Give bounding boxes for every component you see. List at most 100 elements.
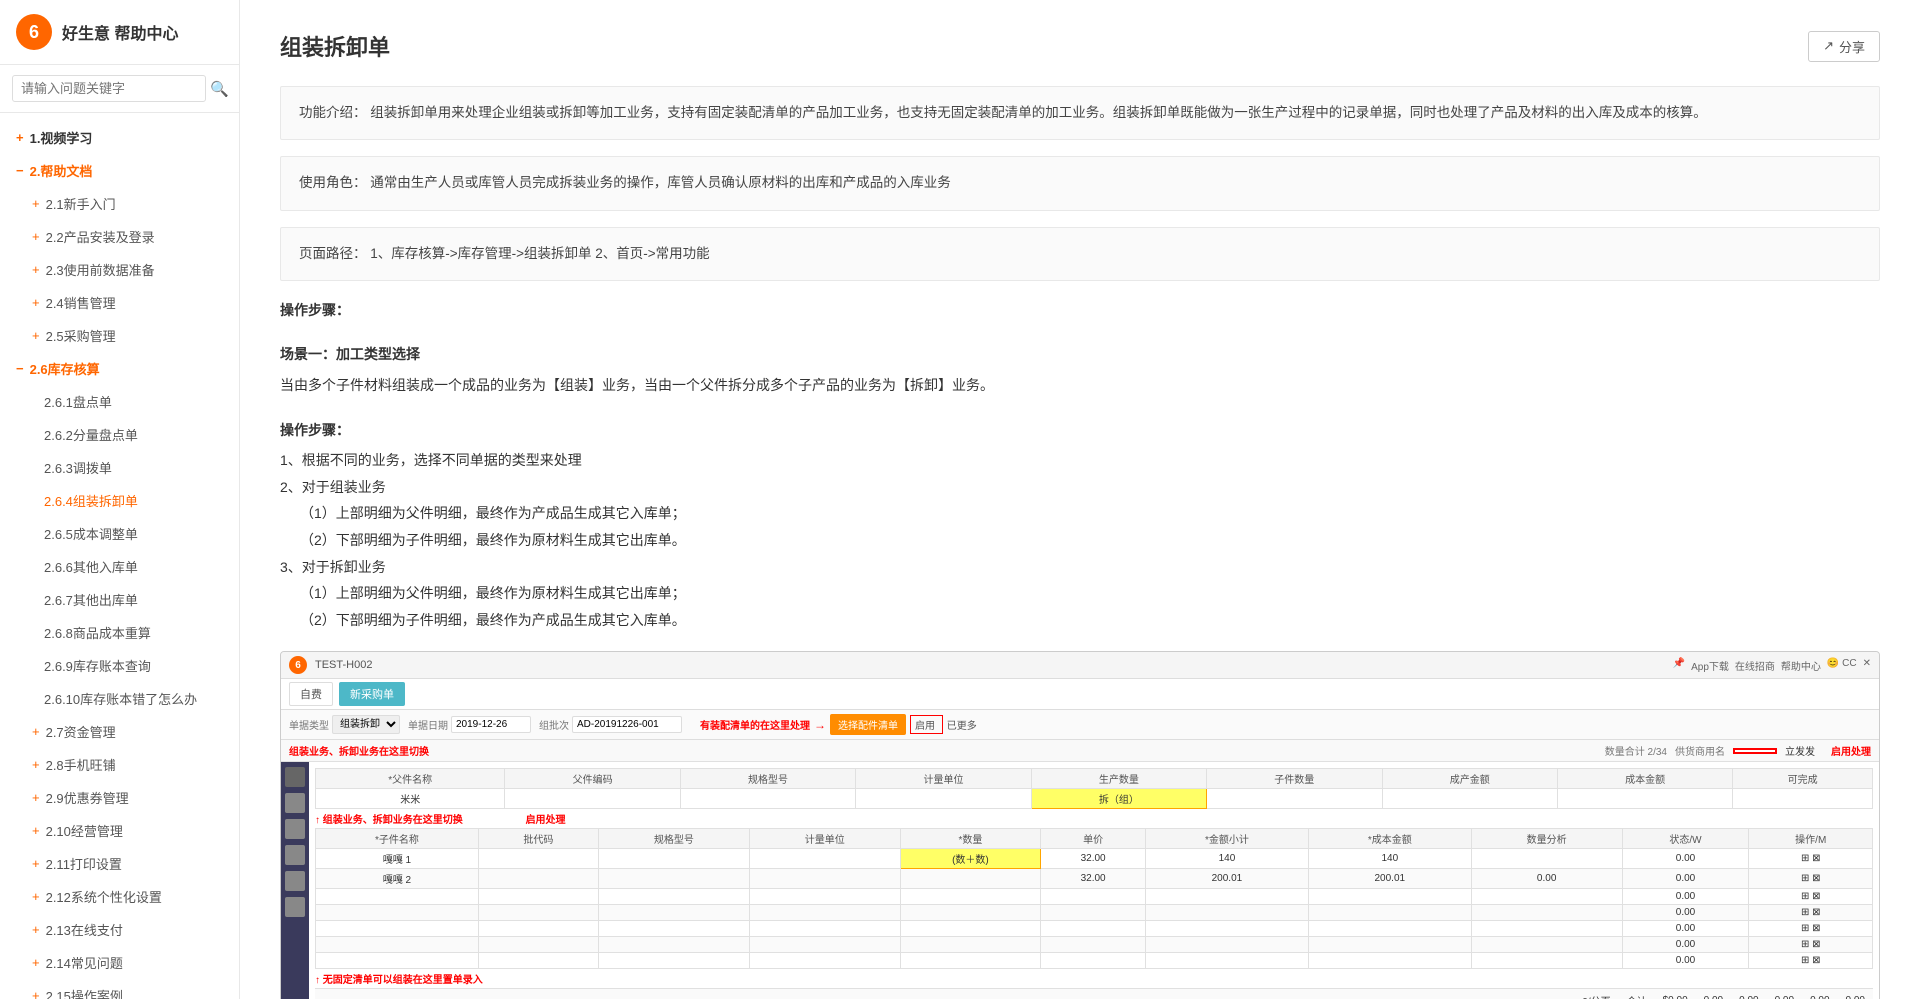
table-row: 米米 拆（组） [316,789,1873,809]
step-3-2: （2）下部明细为子件明细，最终作为产成品生成其它入库单。 [280,607,1880,634]
sidebar-item-newbie[interactable]: + 2.1新手入门 [0,187,239,220]
sidebar-item-adjust[interactable]: 2.6.3调拨单 [0,451,239,484]
sidebar-item-install[interactable]: + 2.2产品安装及登录 [0,220,239,253]
sidebar-item-partial[interactable]: 2.6.2分量盘点单 [0,418,239,451]
info-block-intro: 功能介绍： 组装拆卸单用来处理企业组装或拆卸等加工业务，支持有固定装配清单的产品… [280,86,1880,140]
step-2-1: （1）上部明细为父件明细，最终作为产成品生成其它入库单； [280,500,1880,527]
annotation-label-3: 启用处理 [526,815,566,826]
table-row: 嘎嘎 2 32.00 200.01 200.01 0.00 0.00 ⊞ [316,869,1873,889]
ss-logo: 6 [289,656,307,674]
search-button[interactable]: 🔍 [210,80,229,98]
sidebar-item-prepare[interactable]: + 2.3使用前数据准备 [0,253,239,286]
screenshot-topbar: 6 TEST-H002 📌 App下载 在线招商 帮助中心 😊 CC ✕ [281,652,1879,679]
sidebar-item-payment[interactable]: + 2.13在线支付 [0,913,239,946]
page-title: 组装拆卸单 [280,30,390,62]
sidebar-item-docs[interactable]: − 2.帮助文档 + 2.1新手入门 + 2.2产品安装及登录 [0,154,239,999]
inner-screenshot: 6 TEST-H002 📌 App下载 在线招商 帮助中心 😊 CC ✕ 自费 … [280,651,1880,999]
sidebar-item-cost[interactable]: 2.6.5成本调整单 [0,517,239,550]
annotation-4: 无固定清单可以组装在这里置单录入 [323,975,483,986]
sidebar-item-mobile[interactable]: + 2.8手机旺铺 [0,748,239,781]
app-logo: 6 [16,14,52,50]
step-2-2: （2）下部明细为子件明细，最终作为原材料生成其它出库单。 [280,527,1880,554]
step-2: 2、对于组装业务 [280,474,1880,501]
screenshot-nav: 自费 新采购单 [281,679,1879,710]
ss-type-select[interactable]: 组装拆卸 [332,715,400,734]
ss-icon-2 [285,793,305,813]
annotation-arrow-2: ↑ [315,815,320,826]
ss-batch-input[interactable] [572,716,682,733]
sidebar-item-goodscost[interactable]: 2.6.8商品成本重算 [0,616,239,649]
screenshot-top-table: *父件名称 父件编码 规格型号 计量单位 生产数量 子件数量 成产金额 成本金额… [315,768,1873,809]
sidebar-item-faq[interactable]: + 2.14常见问题 [0,946,239,979]
table-row: 0.00⊞ ⊠ [316,953,1873,969]
ss-date-input[interactable] [451,716,531,733]
ss-icon-4 [285,845,305,865]
operations-title: 操作步骤： [280,297,1880,324]
sidebar-item-sales[interactable]: + 2.4销售管理 [0,286,239,319]
table-row: 0.00⊞ ⊠ [316,921,1873,937]
table-row: 0.00⊞ ⊠ [316,937,1873,953]
sidebar-item-stockquery[interactable]: 2.6.9库存账本查询 [0,649,239,682]
steps-section: 操作步骤： 1、根据不同的业务，选择不同单据的类型来处理 2、对于组装业务 （1… [280,417,1880,634]
screenshot-bottom-row: 0/分页 合计 $0.00 0.00 0.00 0.00 0.00 0.00 [315,988,1873,999]
sidebar-item-capital[interactable]: + 2.7资金管理 [0,715,239,748]
operations-section: 操作步骤： [280,297,1880,324]
table-row: 0.00⊞ ⊠ [316,889,1873,905]
sidebar-item-video[interactable]: + 1.视频学习 [0,121,239,154]
inventory-subnav: 2.6.1盘点单 2.6.2分量盘点单 2.6.3调拨单 [0,385,239,715]
sidebar-item-customize[interactable]: + 2.12系统个性化设置 [0,880,239,913]
screenshot-left-icons [281,762,309,999]
search-area: 🔍 [0,65,239,113]
ss-tab-purchase[interactable]: 新采购单 [339,682,405,706]
info-block-role: 使用角色： 通常由生产人员或库管人员完成拆装业务的操作，库管人员确认原材料的出库… [280,156,1880,210]
ss-icon-3 [285,819,305,839]
sidebar-item-coupon[interactable]: + 2.9优惠券管理 [0,781,239,814]
scene1-section: 场景一：加工类型选择 当由多个子件材料组装成一个成品的业务为【组装】业务，当由一… [280,341,1880,398]
table-row: 0.00⊞ ⊠ [316,905,1873,921]
ss-tab-zifei[interactable]: 自费 [289,682,333,706]
sidebar-item-instock[interactable]: 2.6.6其他入库单 [0,550,239,583]
ss-icon-6 [285,897,305,917]
table-row: 嘎嘎 1 (数＋数) 32.00 140 140 0.00 ⊞ ⊠ [316,849,1873,869]
scene1-title: 场景一：加工类型选择 [280,346,420,362]
sidebar-item-cases[interactable]: + 2.15操作案例 [0,979,239,999]
ss-select-btn[interactable]: 选择配件清单 [830,714,906,735]
collapse-icon: − [16,163,24,178]
sidebar-item-purchase[interactable]: + 2.5采购管理 [0,319,239,352]
sidebar-item-stocktake[interactable]: 2.6.1盘点单 [0,385,239,418]
sidebar-item-inventory[interactable]: − 2.6库存核算 2.6.1盘点单 2.6.2分量盘点单 [0,352,239,715]
steps-title: 操作步骤： [280,422,350,438]
annotation-2: 组装业务、拆卸业务在这里切换 [289,743,429,758]
info-block-path: 页面路径： 1、库存核算->库存管理->组装拆卸单 2、首页->常用功能 [280,227,1880,281]
screenshot-bottom-table: *子件名称 批代码 规格型号 计量单位 *数量 单价 *金额小计 *成本金额 数… [315,828,1873,969]
expand-icon: + [16,130,24,145]
screenshot-table-area: *父件名称 父件编码 规格型号 计量单位 生产数量 子件数量 成产金额 成本金额… [309,762,1879,999]
sidebar-item-stockerror[interactable]: 2.6.10库存账本错了怎么办 [0,682,239,715]
annotation-1: 有装配清单的在这里处理 [700,717,810,732]
screenshot-content: *父件名称 父件编码 规格型号 计量单位 生产数量 子件数量 成产金额 成本金额… [281,762,1879,999]
main-content: 组装拆卸单 ↗ 分享 功能介绍： 组装拆卸单用来处理企业组装或拆卸等加工业务，支… [240,0,1920,999]
sidebar-header: 6 好生意 帮助中心 [0,0,239,65]
step-1: 1、根据不同的业务，选择不同单据的类型来处理 [280,447,1880,474]
search-input[interactable] [12,75,206,102]
sidebar-item-assembly[interactable]: 2.6.4组装拆卸单 [0,484,239,517]
ss-icon-5 [285,871,305,891]
annotation-label-2: 组装业务、拆卸业务在这里切换 [323,815,463,826]
share-icon: ↗ [1823,38,1834,54]
page-header: 组装拆卸单 ↗ 分享 [280,30,1880,62]
sidebar-item-print[interactable]: + 2.11打印设置 [0,847,239,880]
step-3: 3、对于拆卸业务 [280,554,1880,581]
ss-icon-1 [285,767,305,787]
ss-topbar-text: TEST-H002 [315,659,372,671]
screenshot-toolbar: 单据类型 组装拆卸 单据日期 组批次 有装配清单的在这里处理 → [281,710,1879,740]
share-button[interactable]: ↗ 分享 [1808,31,1880,62]
app-title: 好生意 帮助中心 [62,20,178,44]
sidebar-item-outstock[interactable]: 2.6.7其他出库单 [0,583,239,616]
scene1-desc: 当由多个子件材料组装成一个成品的业务为【组装】业务，当由一个父件拆分成多个子产品… [280,372,1880,399]
step-3-1: （1）上部明细为父件明细，最终作为原材料生成其它出库单； [280,580,1880,607]
sidebar-item-operation[interactable]: + 2.10经营管理 [0,814,239,847]
nav-list: + 1.视频学习 − 2.帮助文档 + 2.1新手入门 + [0,113,239,999]
main-inner: 组装拆卸单 ↗ 分享 功能介绍： 组装拆卸单用来处理企业组装或拆卸等加工业务，支… [240,0,1920,999]
annotation-3: 启用处理 [1831,743,1871,758]
docs-subnav: + 2.1新手入门 + 2.2产品安装及登录 + 2.3使用前数据准备 [0,187,239,999]
